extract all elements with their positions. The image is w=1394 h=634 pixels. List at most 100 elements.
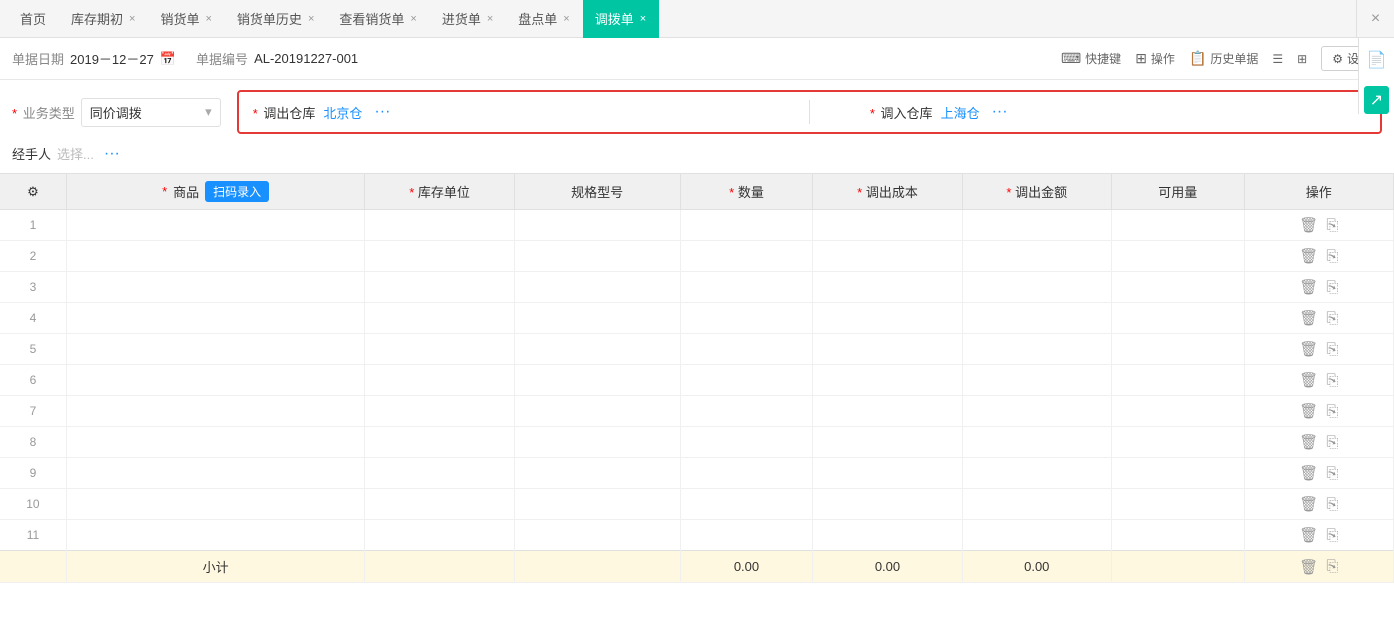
goods-cell[interactable] xyxy=(66,489,365,520)
qty-cell[interactable] xyxy=(680,210,813,241)
cost-cell[interactable] xyxy=(813,241,962,272)
tab-sales-order-close[interactable]: × xyxy=(205,13,211,25)
out-warehouse-more-icon[interactable]: ··· xyxy=(374,103,390,121)
goods-cell[interactable] xyxy=(66,334,365,365)
qty-cell[interactable] xyxy=(680,365,813,396)
layout1-button[interactable]: ☰ xyxy=(1272,52,1283,66)
copy-row-button[interactable]: ⎘ xyxy=(1326,341,1338,358)
goods-cell[interactable] xyxy=(66,427,365,458)
amount-cell[interactable] xyxy=(962,303,1111,334)
delete-row-button[interactable]: 🗑 xyxy=(1299,278,1318,296)
cost-cell[interactable] xyxy=(813,210,962,241)
qty-cell[interactable] xyxy=(680,334,813,365)
cost-cell[interactable] xyxy=(813,520,962,551)
subtotal-copy-button[interactable]: ⎘ xyxy=(1326,558,1338,575)
copy-row-button[interactable]: ⎘ xyxy=(1326,527,1338,544)
copy-row-button[interactable]: ⎘ xyxy=(1326,248,1338,265)
goods-cell[interactable] xyxy=(66,272,365,303)
tab-purchase-order-close[interactable]: × xyxy=(487,13,493,25)
layout2-button[interactable]: ⊞ xyxy=(1297,52,1307,66)
cost-cell[interactable] xyxy=(813,272,962,303)
amount-cell[interactable] xyxy=(962,489,1111,520)
tab-inventory-init-close[interactable]: × xyxy=(129,13,135,25)
delete-row-button[interactable]: 🗑 xyxy=(1299,340,1318,358)
amount-cell[interactable] xyxy=(962,520,1111,551)
export-panel-icon[interactable]: ↗ xyxy=(1364,86,1389,114)
business-type-select[interactable]: 同价调拨 ▾ xyxy=(81,98,221,127)
qty-cell[interactable] xyxy=(680,396,813,427)
goods-cell[interactable] xyxy=(66,303,365,334)
out-warehouse-value[interactable]: 北京仓 xyxy=(323,103,362,122)
history-button[interactable]: 📋 历史单据 xyxy=(1189,50,1258,67)
qty-cell[interactable] xyxy=(680,427,813,458)
qty-cell[interactable] xyxy=(680,489,813,520)
delete-row-button[interactable]: 🗑 xyxy=(1299,433,1318,451)
delete-row-button[interactable]: 🗑 xyxy=(1299,371,1318,389)
tab-sales-history[interactable]: 销货单历史 × xyxy=(225,0,327,38)
doc-panel-icon[interactable]: 📄 xyxy=(1363,46,1391,74)
cost-cell[interactable] xyxy=(813,303,962,334)
date-value[interactable]: 2019－12－27 xyxy=(70,49,154,68)
cost-cell[interactable] xyxy=(813,458,962,489)
amount-cell[interactable] xyxy=(962,365,1111,396)
tab-purchase-order[interactable]: 进货单 × xyxy=(430,0,506,38)
cost-cell[interactable] xyxy=(813,334,962,365)
delete-row-button[interactable]: 🗑 xyxy=(1299,402,1318,420)
in-warehouse-value[interactable]: 上海仓 xyxy=(941,103,980,122)
copy-row-button[interactable]: ⎘ xyxy=(1326,434,1338,451)
delete-row-button[interactable]: 🗑 xyxy=(1299,526,1318,544)
amount-cell[interactable] xyxy=(962,396,1111,427)
copy-row-button[interactable]: ⎘ xyxy=(1326,465,1338,482)
amount-cell[interactable] xyxy=(962,458,1111,489)
agent-select[interactable]: 选择... xyxy=(57,144,94,163)
subtotal-delete-button[interactable]: 🗑 xyxy=(1299,558,1318,576)
amount-cell[interactable] xyxy=(962,334,1111,365)
tab-sales-history-close[interactable]: × xyxy=(308,13,314,25)
scan-input-button[interactable]: 扫码录入 xyxy=(205,181,269,202)
goods-cell[interactable] xyxy=(66,520,365,551)
agent-more-icon[interactable]: ··· xyxy=(104,145,120,163)
tab-transfer[interactable]: 调拨单 × xyxy=(583,0,659,38)
copy-row-button[interactable]: ⎘ xyxy=(1326,496,1338,513)
amount-cell[interactable] xyxy=(962,210,1111,241)
qty-cell[interactable] xyxy=(680,272,813,303)
in-warehouse-more-icon[interactable]: ··· xyxy=(992,103,1008,121)
tab-view-sales-close[interactable]: × xyxy=(410,13,416,25)
amount-cell[interactable] xyxy=(962,241,1111,272)
copy-row-button[interactable]: ⎘ xyxy=(1326,372,1338,389)
cost-cell[interactable] xyxy=(813,396,962,427)
tab-inventory-init[interactable]: 库存期初 × xyxy=(59,0,148,38)
tab-home[interactable]: 首页 xyxy=(8,0,59,38)
goods-cell[interactable] xyxy=(66,365,365,396)
delete-row-button[interactable]: 🗑 xyxy=(1299,495,1318,513)
tab-transfer-close[interactable]: × xyxy=(640,13,646,25)
goods-cell[interactable] xyxy=(66,210,365,241)
qty-cell[interactable] xyxy=(680,520,813,551)
cost-cell[interactable] xyxy=(813,489,962,520)
calendar-icon[interactable]: 📅 xyxy=(160,51,176,67)
delete-row-button[interactable]: 🗑 xyxy=(1299,247,1318,265)
shortcuts-button[interactable]: ⌨ 快捷键 xyxy=(1061,50,1121,67)
amount-cell[interactable] xyxy=(962,427,1111,458)
tab-view-sales[interactable]: 查看销货单 × xyxy=(327,0,429,38)
cost-cell[interactable] xyxy=(813,427,962,458)
window-close-button[interactable]: × xyxy=(1356,0,1394,38)
tab-sales-order[interactable]: 销货单 × xyxy=(148,0,224,38)
delete-row-button[interactable]: 🗑 xyxy=(1299,309,1318,327)
qty-cell[interactable] xyxy=(680,241,813,272)
tab-inventory-check-close[interactable]: × xyxy=(563,13,569,25)
goods-cell[interactable] xyxy=(66,396,365,427)
copy-row-button[interactable]: ⎘ xyxy=(1326,403,1338,420)
goods-cell[interactable] xyxy=(66,241,365,272)
goods-cell[interactable] xyxy=(66,458,365,489)
delete-row-button[interactable]: 🗑 xyxy=(1299,464,1318,482)
copy-row-button[interactable]: ⎘ xyxy=(1326,279,1338,296)
amount-cell[interactable] xyxy=(962,272,1111,303)
tab-inventory-check[interactable]: 盘点单 × xyxy=(506,0,582,38)
cost-cell[interactable] xyxy=(813,365,962,396)
copy-row-button[interactable]: ⎘ xyxy=(1326,217,1338,234)
delete-row-button[interactable]: 🗑 xyxy=(1299,216,1318,234)
qty-cell[interactable] xyxy=(680,458,813,489)
copy-row-button[interactable]: ⎘ xyxy=(1326,310,1338,327)
col-settings-header[interactable]: ⚙ xyxy=(0,174,66,210)
